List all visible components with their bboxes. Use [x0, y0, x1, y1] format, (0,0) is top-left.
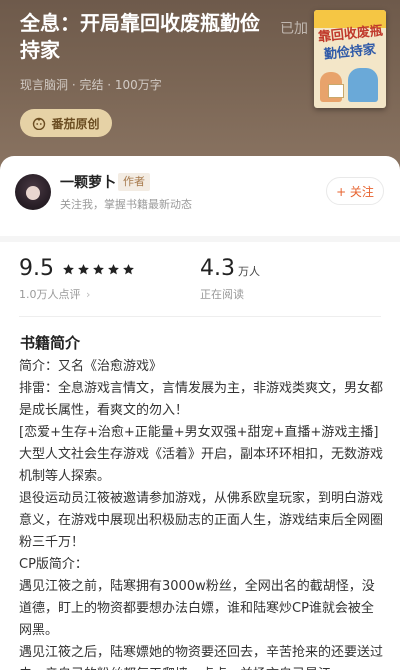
original-badge[interactable]: 番茄原创 — [20, 109, 112, 137]
cover-title-line2: 勤俭持家 — [323, 42, 377, 63]
star-icon — [108, 264, 119, 275]
author-name[interactable]: 一颗萝卜 — [60, 172, 116, 192]
author-tag: 作者 — [118, 173, 150, 191]
cover-sign — [328, 84, 344, 98]
readers-label: 正在阅读 — [200, 288, 244, 301]
book-header: 全息：开局靠回收废瓶勤俭持家 已加 现言脑洞 · 完结 · 100万字 番茄原创… — [0, 0, 400, 172]
author-desc: 关注我，掌握书籍最新动态 — [60, 198, 192, 211]
star-icon — [93, 264, 104, 275]
chevron-right-icon: › — [86, 288, 91, 301]
star-icon — [123, 264, 134, 275]
synopsis-paragraph: 遇见江筱之前，陆寒拥有3000w粉丝，全网出名的截胡怪，没道德，盯上的物资都要想… — [19, 579, 375, 638]
follow-button[interactable]: + 关注 — [326, 177, 384, 205]
synopsis-paragraph: [恋爱+生存+治愈+正能量+男女双强+甜宠+直播+游戏主播]大型人文社会生存游戏… — [19, 425, 384, 484]
book-title: 全息：开局靠回收废瓶勤俭持家 — [20, 11, 260, 62]
rating-count-label: 1.0万人点评 — [19, 288, 81, 301]
added-label[interactable]: 已加 — [280, 18, 308, 38]
synopsis-paragraph: 遇见江筱之后，陆寒嫖她的物资要还回去，辛苦抢来的还要送过去，亲自己的粉丝都每天爬… — [19, 645, 384, 670]
readers-number: 4.3 — [200, 256, 235, 281]
synopsis-paragraph: CP版简介： — [19, 557, 88, 572]
tomato-icon — [33, 117, 46, 130]
star-icon — [78, 264, 89, 275]
divider — [19, 316, 381, 317]
book-meta: 现言脑洞 · 完结 · 100万字 — [20, 78, 162, 92]
rating-count[interactable]: 1.0万人点评 › — [19, 286, 90, 302]
synopsis-paragraph: 简介：又名《治愈游戏》 — [19, 359, 163, 374]
synopsis-paragraph: 排雷：全息游戏言情文，言情发展为主，非游戏类爽文，男女都是成长属性，看爽文的勿入… — [19, 381, 384, 418]
synopsis-heading: 书籍简介 — [20, 334, 81, 352]
synopsis-body: 简介：又名《治愈游戏》 排雷：全息游戏言情文，言情发展为主，非游戏类爽文，男女都… — [19, 356, 385, 670]
author-avatar[interactable] — [15, 174, 51, 210]
rating-score: 9.5 — [19, 256, 54, 281]
cover-figure — [348, 68, 378, 102]
author-row[interactable]: 一颗萝卜 作者 关注我，掌握书籍最新动态 + 关注 — [0, 156, 400, 236]
star-icon — [63, 264, 74, 275]
avatar-face — [26, 186, 40, 200]
section-separator — [0, 236, 400, 242]
badge-label: 番茄原创 — [51, 116, 100, 131]
detail-card: 一颗萝卜 作者 关注我，掌握书籍最新动态 + 关注 9.5 1.0万人点评 › … — [0, 156, 400, 670]
rating-stars — [62, 263, 135, 276]
readers-unit: 万人 — [238, 265, 260, 278]
readers-count: 4.3 万人 — [200, 258, 260, 283]
book-cover[interactable]: 靠回收废瓶 勤俭持家 — [314, 10, 386, 108]
synopsis-paragraph: 退役运动员江筱被邀请参加游戏，从佛系欧皇玩家，到明白游戏意义，在游戏中展现出积极… — [19, 491, 384, 550]
